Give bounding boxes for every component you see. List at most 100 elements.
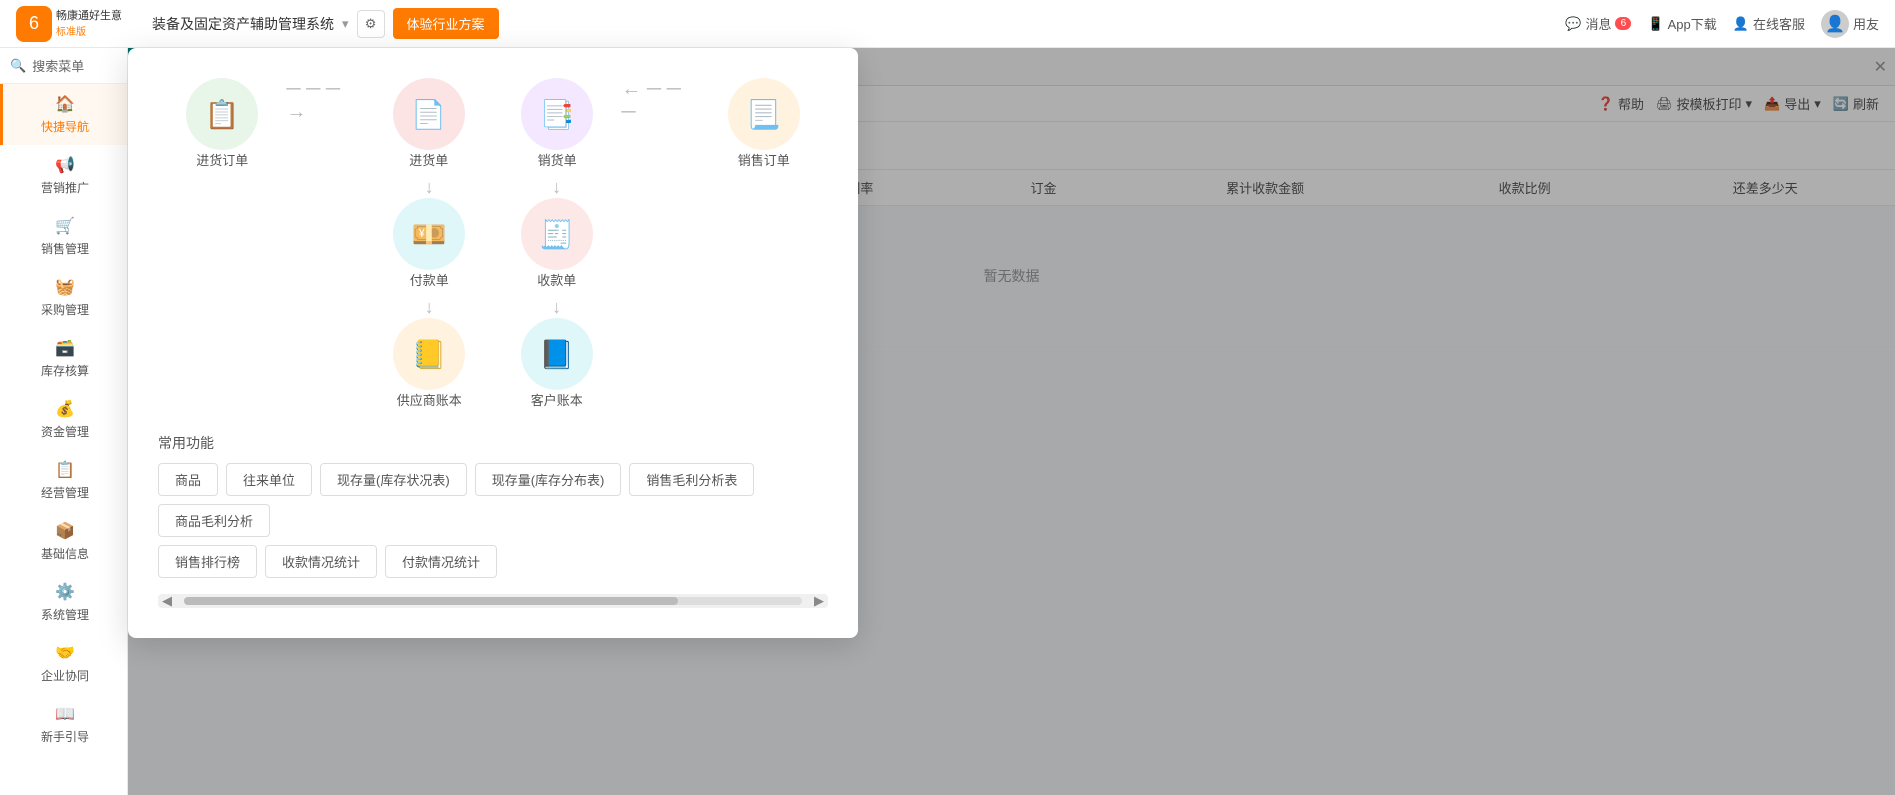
common-functions-title: 常用功能 bbox=[158, 433, 828, 453]
sales-order-label: 销售订单 bbox=[738, 150, 790, 169]
sidebar-item-sales[interactable]: 🛒 销售管理 bbox=[0, 206, 127, 267]
arrow-down-receipt: ↓ bbox=[493, 297, 621, 318]
cf-btn-goods[interactable]: 商品 bbox=[158, 463, 218, 496]
logo-line1: 畅康通好生意 bbox=[56, 9, 122, 23]
flow-row-5: 📒 供应商账本 📘 客户账本 bbox=[158, 318, 828, 409]
logo-text-area: 畅康通好生意 标准版 bbox=[56, 9, 122, 38]
arrow-row-2: ↓ ↓ bbox=[158, 177, 828, 198]
top-right-area: 💬 消息 6 📱 App下载 👤 在线客服 👤 用友 bbox=[1565, 10, 1879, 38]
sidebar-item-enterprise[interactable]: 🤝 企业协同 bbox=[0, 633, 127, 694]
receipt-label: 收款单 bbox=[537, 270, 576, 289]
flow-node-receipt[interactable]: 🧾 收款单 bbox=[493, 198, 621, 289]
sidebar-search-label: 搜索菜单 bbox=[32, 56, 84, 75]
sales-bill-icon: 📑 bbox=[521, 78, 593, 150]
flow-node-customer-ledger[interactable]: 📘 客户账本 bbox=[493, 318, 621, 409]
arrow-down-sales: ↓ bbox=[493, 177, 621, 198]
flow-node-payment[interactable]: 💴 付款单 bbox=[366, 198, 494, 289]
common-functions: 常用功能 商品 往来单位 现存量(库存状况表) 现存量(库存分布表) 销售毛利分… bbox=[158, 433, 828, 578]
cf-btn-stock-status[interactable]: 现存量(库存状况表) bbox=[320, 463, 467, 496]
sidebar-item-system[interactable]: ⚙️ 系统管理 bbox=[0, 572, 127, 633]
search-icon: 🔍 bbox=[10, 58, 26, 74]
sidebar-item-label: 采购管理 bbox=[41, 301, 89, 318]
cf-btn-sales-margin[interactable]: 销售毛利分析表 bbox=[629, 463, 754, 496]
sidebar-item-label: 企业协同 bbox=[41, 667, 89, 684]
sidebar-item-label: 库存核算 bbox=[41, 362, 89, 379]
cf-btn-payment-stat[interactable]: 付款情况统计 bbox=[385, 545, 497, 578]
arrow-1: ─ ─ ─ → bbox=[286, 78, 364, 146]
modal-overlay[interactable]: 📋 进货订单 ─ ─ ─ → 📄 进货单 bbox=[128, 48, 1895, 795]
sidebar-item-label: 营销推广 bbox=[41, 179, 89, 196]
scroll-left-arrow[interactable]: ◀ bbox=[158, 593, 176, 609]
message-button[interactable]: 💬 消息 6 bbox=[1565, 14, 1631, 33]
sidebar-item-newbie[interactable]: 📖 新手引导 bbox=[0, 694, 127, 755]
cf-btn-goods-margin[interactable]: 商品毛利分析 bbox=[158, 504, 270, 537]
gear-button[interactable]: ⚙ bbox=[357, 10, 385, 38]
purchase-icon: 🧺 bbox=[55, 277, 75, 297]
trial-button[interactable]: 体验行业方案 bbox=[393, 8, 499, 39]
sidebar-item-label: 新手引导 bbox=[41, 728, 89, 745]
system-icon: ⚙️ bbox=[55, 582, 75, 602]
sidebar-item-label: 快捷导航 bbox=[41, 118, 89, 135]
sidebar-item-purchase[interactable]: 🧺 采购管理 bbox=[0, 267, 127, 328]
service-icon: 👤 bbox=[1733, 16, 1749, 32]
scrollbar-track bbox=[184, 597, 802, 605]
flow-node-purchase-order[interactable]: 📋 进货订单 bbox=[158, 78, 286, 169]
purchase-bill-icon: 📄 bbox=[393, 78, 465, 150]
flow-node-sales-bill[interactable]: 📑 销货单 bbox=[493, 78, 621, 169]
flow-node-supplier-ledger[interactable]: 📒 供应商账本 bbox=[366, 318, 494, 409]
sidebar-item-quick[interactable]: 🏠 快捷导航 bbox=[0, 84, 127, 145]
modal-dialog: 📋 进货订单 ─ ─ ─ → 📄 进货单 bbox=[128, 48, 858, 638]
arrow-row-4: ↓ ↓ bbox=[158, 297, 828, 318]
flow-row-3: 💴 付款单 🧾 收款单 bbox=[158, 198, 828, 289]
marketing-icon: 📢 bbox=[55, 155, 75, 175]
scrollbar-thumb[interactable] bbox=[184, 597, 678, 605]
logo-icon: 6 bbox=[16, 6, 52, 42]
system-dropdown-icon[interactable]: ▾ bbox=[342, 16, 349, 32]
enterprise-icon: 🤝 bbox=[55, 643, 75, 663]
sidebar-item-inventory[interactable]: 🗃️ 库存核算 bbox=[0, 328, 127, 389]
flow-node-purchase-bill[interactable]: 📄 进货单 bbox=[365, 78, 493, 169]
sidebar-item-label: 销售管理 bbox=[41, 240, 89, 257]
online-service-button[interactable]: 👤 在线客服 bbox=[1733, 14, 1805, 33]
sidebar-item-label: 基础信息 bbox=[41, 545, 89, 562]
supplier-ledger-label: 供应商账本 bbox=[397, 390, 462, 409]
finance-icon: 💰 bbox=[55, 399, 75, 419]
payment-icon: 💴 bbox=[393, 198, 465, 270]
customer-ledger-label: 客户账本 bbox=[531, 390, 583, 409]
message-badge: 6 bbox=[1615, 17, 1631, 30]
operation-icon: 📋 bbox=[55, 460, 75, 480]
cf-btn-stock-dist[interactable]: 现存量(库存分布表) bbox=[475, 463, 622, 496]
receipt-icon: 🧾 bbox=[521, 198, 593, 270]
sales-order-icon: 📃 bbox=[728, 78, 800, 150]
customer-ledger-icon: 📘 bbox=[521, 318, 593, 390]
app-container: 6 畅康通好生意 标准版 装备及固定资产辅助管理系统 ▾ ⚙ 体验行业方案 💬 … bbox=[0, 0, 1895, 795]
top-bar: 6 畅康通好生意 标准版 装备及固定资产辅助管理系统 ▾ ⚙ 体验行业方案 💬 … bbox=[0, 0, 1895, 48]
cf-btn-partners[interactable]: 往来单位 bbox=[226, 463, 312, 496]
sidebar-item-marketing[interactable]: 📢 营销推广 bbox=[0, 145, 127, 206]
sales-bill-label: 销货单 bbox=[538, 150, 577, 169]
purchase-bill-label: 进货单 bbox=[409, 150, 448, 169]
modal-scrollbar[interactable]: ◀ ▶ bbox=[158, 594, 828, 608]
sidebar-item-operation[interactable]: 📋 经营管理 bbox=[0, 450, 127, 511]
flow-node-sales-order[interactable]: 📃 销售订单 bbox=[700, 78, 828, 169]
sidebar-item-label: 经营管理 bbox=[41, 484, 89, 501]
sidebar-item-basic[interactable]: 📦 基础信息 bbox=[0, 511, 127, 572]
arrow-down-payment: ↓ bbox=[366, 297, 494, 318]
flow-section: 📋 进货订单 ─ ─ ─ → 📄 进货单 bbox=[158, 78, 828, 409]
sales-icon: 🛒 bbox=[55, 216, 75, 236]
app-download-button[interactable]: 📱 App下载 bbox=[1647, 14, 1716, 33]
supplier-ledger-icon: 📒 bbox=[393, 318, 465, 390]
logo-line2: 标准版 bbox=[56, 23, 122, 38]
user-avatar-area[interactable]: 👤 用友 bbox=[1821, 10, 1879, 38]
cf-btn-receipt-stat[interactable]: 收款情况统计 bbox=[265, 545, 377, 578]
scroll-right-arrow[interactable]: ▶ bbox=[810, 593, 828, 609]
newbie-icon: 📖 bbox=[55, 704, 75, 724]
arrow-down-purchase: ↓ bbox=[366, 177, 494, 198]
quick-icon: 🏠 bbox=[55, 94, 75, 114]
sidebar-item-finance[interactable]: 💰 资金管理 bbox=[0, 389, 127, 450]
system-title-area: 装备及固定资产辅助管理系统 ▾ ⚙ 体验行业方案 bbox=[152, 8, 1565, 39]
basic-icon: 📦 bbox=[55, 521, 75, 541]
app-icon: 📱 bbox=[1647, 16, 1663, 32]
cf-btn-sales-rank[interactable]: 销售排行榜 bbox=[158, 545, 257, 578]
sidebar-search[interactable]: 🔍 搜索菜单 bbox=[0, 48, 127, 84]
